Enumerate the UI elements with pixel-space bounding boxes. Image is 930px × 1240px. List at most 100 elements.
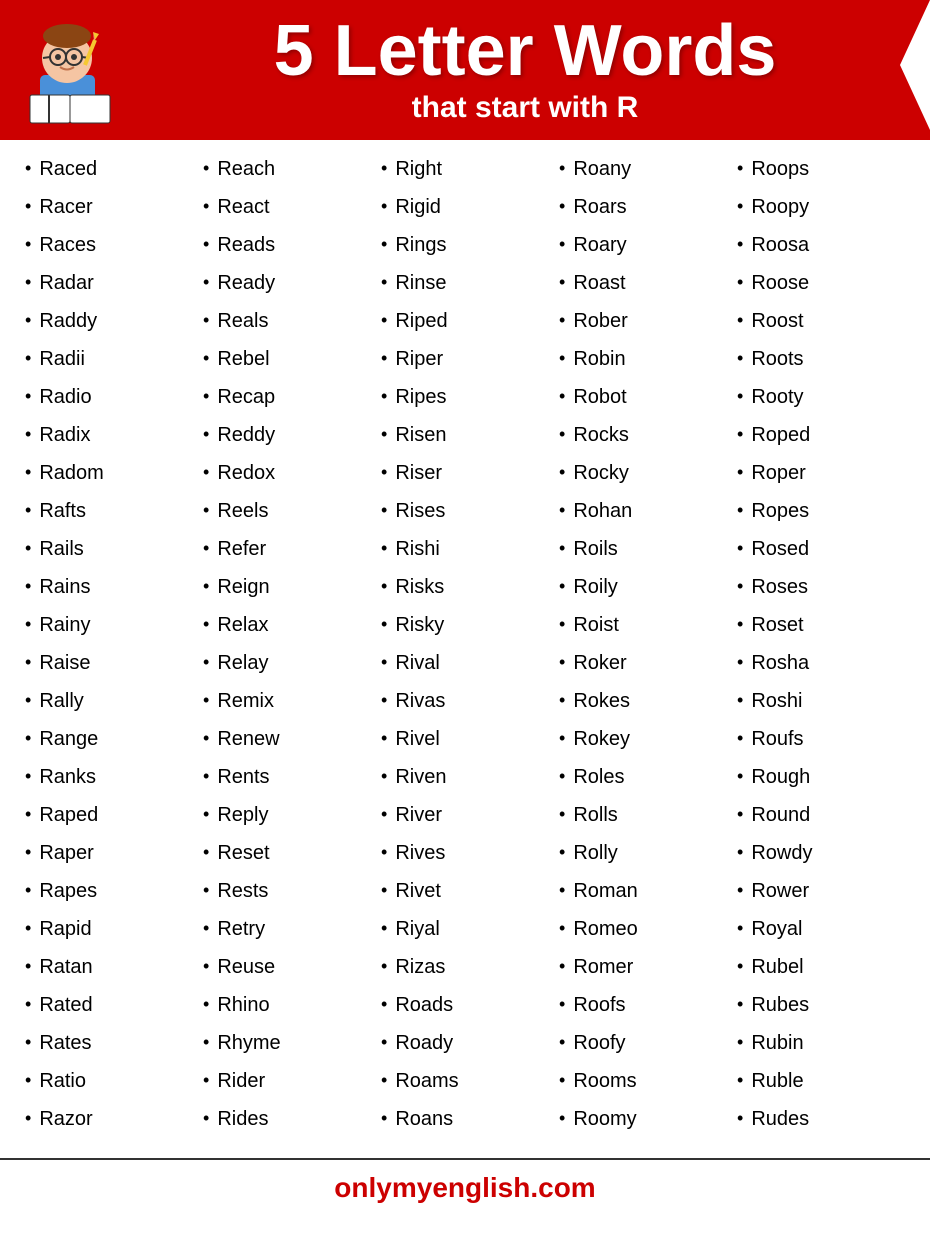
word-text: Rises bbox=[395, 497, 445, 525]
word-text: Reset bbox=[217, 839, 269, 867]
list-item: •Roset bbox=[737, 606, 905, 644]
bullet-icon: • bbox=[559, 498, 565, 523]
list-item: •Rents bbox=[203, 758, 371, 796]
list-item: •Roper bbox=[737, 454, 905, 492]
list-item: • Rises bbox=[381, 492, 549, 530]
word-text: Rider bbox=[217, 1067, 265, 1095]
bullet-icon: • bbox=[25, 1068, 31, 1093]
list-item: •Rated bbox=[25, 986, 193, 1024]
word-text: Riven bbox=[395, 763, 446, 791]
word-text: Roany bbox=[573, 155, 631, 183]
bullet-icon: • bbox=[559, 650, 565, 675]
word-text: Reign bbox=[217, 573, 269, 601]
bullet-icon: • bbox=[203, 1030, 209, 1055]
list-item: •Roufs bbox=[737, 720, 905, 758]
list-item: •Roker bbox=[559, 644, 727, 682]
list-item: •Ready bbox=[203, 264, 371, 302]
word-text: Radom bbox=[39, 459, 103, 487]
bullet-icon: • bbox=[737, 1030, 743, 1055]
bullet-icon: • bbox=[203, 270, 209, 295]
list-item: •Roose bbox=[737, 264, 905, 302]
bullet-icon: • bbox=[25, 384, 31, 409]
word-text: Roman bbox=[573, 877, 637, 905]
list-item: •Rally bbox=[25, 682, 193, 720]
list-item: •Rival bbox=[381, 644, 549, 682]
bullet-icon: • bbox=[381, 878, 387, 903]
bullet-icon: • bbox=[25, 992, 31, 1017]
list-item: •Razor bbox=[25, 1100, 193, 1138]
word-text: Royal bbox=[751, 915, 802, 943]
bullet-icon: • bbox=[203, 194, 209, 219]
list-item: •Renew bbox=[203, 720, 371, 758]
word-text: Roper bbox=[751, 459, 805, 487]
page-wrapper: 5 Letter Words that start with R •Raced•… bbox=[0, 0, 930, 1212]
word-text: Rhyme bbox=[217, 1029, 280, 1057]
list-item: •Rivet bbox=[381, 872, 549, 910]
bullet-icon: • bbox=[737, 916, 743, 941]
bullet-icon: • bbox=[559, 916, 565, 941]
bullet-icon: • bbox=[203, 954, 209, 979]
word-text: Reads bbox=[217, 231, 275, 259]
list-item: •Rests bbox=[203, 872, 371, 910]
bullet-icon: • bbox=[381, 1068, 387, 1093]
bullet-icon: • bbox=[559, 612, 565, 637]
word-text: Rolls bbox=[573, 801, 617, 829]
word-text: Rings bbox=[395, 231, 446, 259]
word-text: Reals bbox=[217, 307, 268, 335]
list-item: •Rebel bbox=[203, 340, 371, 378]
list-item: •Risky bbox=[381, 606, 549, 644]
word-text: Romer bbox=[573, 953, 633, 981]
list-item: •Rails bbox=[25, 530, 193, 568]
bullet-icon: • bbox=[203, 1068, 209, 1093]
bullet-icon: • bbox=[381, 536, 387, 561]
list-item: •Rates bbox=[25, 1024, 193, 1062]
bullet-icon: • bbox=[381, 650, 387, 675]
bullet-icon: • bbox=[25, 536, 31, 561]
list-item: •Riven bbox=[381, 758, 549, 796]
bullet-icon: • bbox=[25, 270, 31, 295]
column-5: •Roops•Roopy•Roosa•Roose•Roost•Roots•Roo… bbox=[732, 150, 910, 1138]
word-text: Redox bbox=[217, 459, 275, 487]
bullet-icon: • bbox=[381, 384, 387, 409]
header-title: 5 Letter Words bbox=[140, 15, 910, 87]
bullet-icon: • bbox=[25, 916, 31, 941]
list-item: •Raper bbox=[25, 834, 193, 872]
bullet-icon: • bbox=[203, 498, 209, 523]
bullet-icon: • bbox=[737, 346, 743, 371]
word-text: Reply bbox=[217, 801, 268, 829]
word-text: Ruble bbox=[751, 1067, 803, 1095]
list-item: •Rooms bbox=[559, 1062, 727, 1100]
word-text: Retry bbox=[217, 915, 265, 943]
word-text: Roops bbox=[751, 155, 809, 183]
word-text: Roads bbox=[395, 991, 453, 1019]
bullet-icon: • bbox=[381, 498, 387, 523]
word-text: Roams bbox=[395, 1067, 458, 1095]
list-item: •Rapid bbox=[25, 910, 193, 948]
list-item: •Riper bbox=[381, 340, 549, 378]
word-text: React bbox=[217, 193, 269, 221]
word-text: Rooms bbox=[573, 1067, 636, 1095]
list-item: •Rubin bbox=[737, 1024, 905, 1062]
bullet-icon: • bbox=[381, 1106, 387, 1131]
bullet-icon: • bbox=[25, 954, 31, 979]
bullet-icon: • bbox=[559, 992, 565, 1017]
bullet-icon: • bbox=[203, 726, 209, 751]
bullet-icon: • bbox=[559, 346, 565, 371]
word-text: Raped bbox=[39, 801, 98, 829]
word-text: Rapes bbox=[39, 877, 97, 905]
word-text: Rooty bbox=[751, 383, 803, 411]
word-text: Rishi bbox=[395, 535, 439, 563]
bullet-icon: • bbox=[559, 764, 565, 789]
word-text: Rober bbox=[573, 307, 627, 335]
word-text: Ripes bbox=[395, 383, 446, 411]
list-item: •Roped bbox=[737, 416, 905, 454]
list-item: • Rishi bbox=[381, 530, 549, 568]
list-item: •Rohan bbox=[559, 492, 727, 530]
bullet-icon: • bbox=[737, 992, 743, 1017]
list-item: •Reels bbox=[203, 492, 371, 530]
bullet-icon: • bbox=[381, 612, 387, 637]
list-item: •Reals bbox=[203, 302, 371, 340]
bullet-icon: • bbox=[737, 156, 743, 181]
list-item: •Radii bbox=[25, 340, 193, 378]
word-text: Roofs bbox=[573, 991, 625, 1019]
